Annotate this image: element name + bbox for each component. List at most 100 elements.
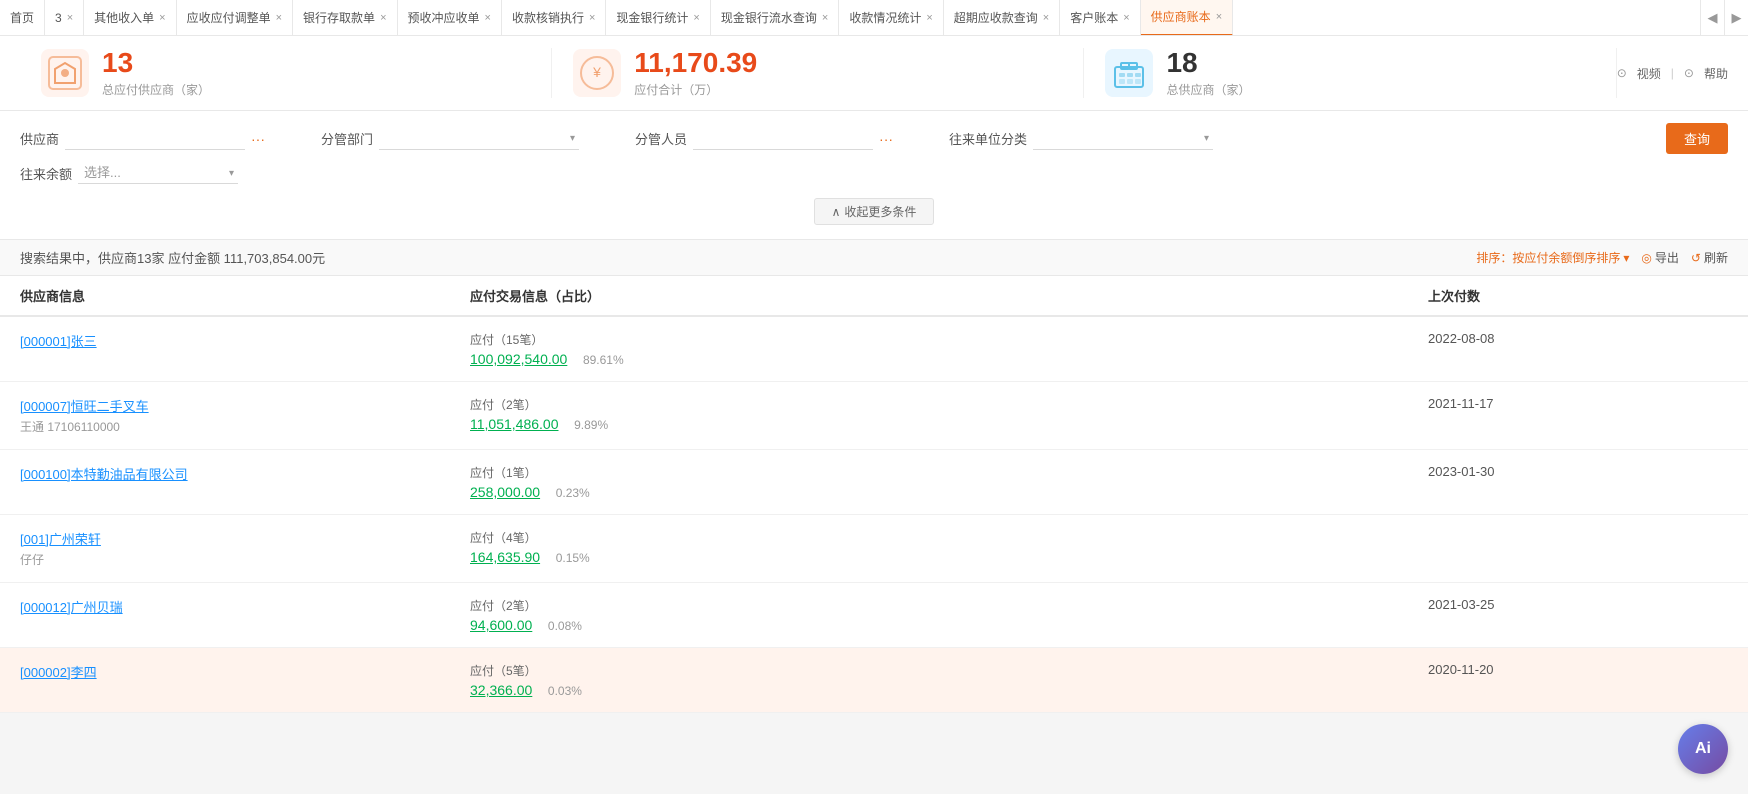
filter-balance: 往来余额 选择... ▾: [20, 162, 238, 184]
nav-next-arrow[interactable]: ▶: [1724, 0, 1748, 36]
supplier-sub: 仔仔: [20, 551, 470, 568]
supplier-link[interactable]: [001]广州荣轩: [20, 529, 470, 548]
filter-dept: 分管部门 ▾: [321, 128, 579, 150]
supplier-sub: 王通 17106110000: [20, 418, 470, 435]
filter-area: 供应商 ··· 分管部门 ▾ 分管人员 ··· 往来单位分类: [0, 111, 1748, 240]
ai-button[interactable]: Ai: [1678, 724, 1728, 774]
supplier-link[interactable]: [000012]广州贝瑞: [20, 597, 470, 616]
person-input[interactable]: [693, 128, 873, 150]
collapse-button[interactable]: ∧ 收起更多条件: [814, 198, 934, 225]
video-link[interactable]: 视频: [1637, 65, 1661, 82]
nav-tab-overdue[interactable]: 超期应收款查询 ×: [944, 0, 1060, 36]
txn-amount[interactable]: 164,635.90: [470, 549, 540, 565]
nav-tab-3-label: 3: [55, 11, 62, 25]
table-row: [000002]李四 应付（5笔） 32,366.00 0.03% 2020-1…: [0, 648, 1748, 713]
filter-row-1: 供应商 ··· 分管部门 ▾ 分管人员 ··· 往来单位分类: [20, 123, 1728, 154]
supplier-label: 供应商: [20, 129, 59, 148]
close-icon[interactable]: ×: [926, 12, 932, 24]
txn-amount[interactable]: 11,051,486.00: [470, 416, 559, 432]
supplier-link[interactable]: [000001]张三: [20, 331, 470, 350]
nav-tab-cash-flow-label: 现金银行流水查询: [721, 9, 817, 26]
payable-suppliers-icon: [40, 48, 90, 98]
stat-total-suppliers-info: 18 总供应商（家）: [1166, 48, 1250, 98]
supplier-input[interactable]: [65, 128, 245, 150]
close-icon[interactable]: ×: [589, 12, 595, 24]
stat-payable-amount-info: 11,170.39 应付合计（万）: [634, 48, 757, 98]
txn-amount[interactable]: 32,366.00: [470, 682, 532, 698]
nav-tab-3[interactable]: 3 ×: [45, 0, 84, 36]
total-suppliers-icon: [1104, 48, 1154, 98]
txn-pct: 9.89%: [574, 418, 608, 432]
nav-tab-bank[interactable]: 银行存取款单 ×: [293, 0, 397, 36]
supplier-link[interactable]: [000002]李四: [20, 662, 470, 681]
close-icon[interactable]: ×: [485, 12, 491, 24]
export-button[interactable]: ◎ 导出: [1641, 249, 1679, 266]
txn-label: 应付（15笔）: [470, 331, 1428, 348]
supplier-cell: [000007]恒旺二手叉车 王通 17106110000: [20, 396, 470, 435]
nav-arrows: ◀ ▶: [1700, 0, 1748, 36]
supplier-link[interactable]: [000100]本特勤油品有限公司: [20, 464, 470, 483]
last-pay-cell: 2023-01-30: [1428, 464, 1728, 479]
close-icon[interactable]: ×: [1043, 12, 1049, 24]
nav-tab-collection-label: 收款核销执行: [512, 9, 584, 26]
nav-tab-collection[interactable]: 收款核销执行 ×: [502, 0, 606, 36]
txn-label: 应付（5笔）: [470, 662, 1428, 679]
supplier-link[interactable]: [000007]恒旺二手叉车: [20, 396, 470, 415]
refresh-button[interactable]: ↺ 刷新: [1691, 249, 1728, 266]
nav-tab-adjustment-label: 应收应付调整单: [187, 9, 271, 26]
nav-prev-arrow[interactable]: ◀: [1700, 0, 1724, 36]
sort-dropdown[interactable]: 排序：按应付余额倒序排序 ▾: [1476, 249, 1629, 266]
balance-select[interactable]: 选择...: [78, 162, 238, 184]
close-icon[interactable]: ×: [1216, 11, 1222, 23]
nav-tab-adjustment[interactable]: 应收应付调整单 ×: [177, 0, 293, 36]
search-button[interactable]: 查询: [1666, 123, 1728, 154]
close-icon[interactable]: ×: [693, 12, 699, 24]
nav-tab-home[interactable]: 首页: [0, 0, 45, 36]
supplier-dots-icon[interactable]: ···: [251, 131, 265, 147]
close-icon[interactable]: ×: [822, 12, 828, 24]
supplier-cell: [001]广州荣轩 仔仔: [20, 529, 470, 568]
last-pay-cell: 2022-08-08: [1428, 331, 1728, 346]
col-supplier-info: 供应商信息: [20, 286, 470, 305]
dept-select[interactable]: [379, 128, 579, 150]
txn-label: 应付（2笔）: [470, 396, 1428, 413]
nav-tab-collect-stats[interactable]: 收款情况统计 ×: [839, 0, 943, 36]
stat-payable-suppliers-label: 总应付供应商（家）: [102, 81, 210, 98]
unit-class-label: 往来单位分类: [949, 129, 1027, 148]
stat-payable-suppliers-count: 13: [102, 48, 210, 79]
filter-unit-class: 往来单位分类 ▾: [949, 128, 1213, 150]
close-icon[interactable]: ×: [276, 12, 282, 24]
close-icon[interactable]: ×: [159, 12, 165, 24]
nav-tab-other-income-label: 其他收入单: [94, 9, 154, 26]
sort-section: 排序：按应付余额倒序排序 ▾ ◎ 导出 ↺ 刷新: [1476, 249, 1728, 266]
dept-select-wrapper: ▾: [379, 128, 579, 150]
close-icon[interactable]: ×: [67, 12, 73, 24]
nav-tab-supplier[interactable]: 供应商账本 ×: [1141, 0, 1233, 36]
nav-tab-prepay[interactable]: 预收冲应收单 ×: [398, 0, 502, 36]
table-header: 供应商信息 应付交易信息（占比） 上次付数: [0, 276, 1748, 317]
ai-label: Ai: [1695, 740, 1711, 758]
txn-amount[interactable]: 100,092,540.00: [470, 351, 567, 367]
nav-tab-customer[interactable]: 客户账本 ×: [1060, 0, 1140, 36]
txn-amount[interactable]: 94,600.00: [470, 617, 532, 633]
stat-payable-suppliers-info: 13 总应付供应商（家）: [102, 48, 210, 98]
txn-amount[interactable]: 258,000.00: [470, 484, 540, 500]
supplier-cell: [000012]广州贝瑞: [20, 597, 470, 619]
help-link[interactable]: 帮助: [1704, 65, 1728, 82]
nav-tab-other-income[interactable]: 其他收入单 ×: [84, 0, 176, 36]
refresh-icon: ↺: [1691, 251, 1701, 265]
nav-tab-collect-stats-label: 收款情况统计: [849, 9, 921, 26]
nav-tab-cash-stats[interactable]: 现金银行统计 ×: [606, 0, 710, 36]
close-icon[interactable]: ×: [1123, 12, 1129, 24]
close-icon[interactable]: ×: [380, 12, 386, 24]
supplier-cell: [000001]张三: [20, 331, 470, 353]
dept-label: 分管部门: [321, 129, 373, 148]
nav-tab-cash-flow[interactable]: 现金银行流水查询 ×: [711, 0, 839, 36]
supplier-cell: [000002]李四: [20, 662, 470, 684]
export-label: 导出: [1655, 249, 1679, 266]
txn-pct: 0.23%: [556, 486, 590, 500]
table-row: [000001]张三 应付（15笔） 100,092,540.00 89.61%…: [0, 317, 1748, 382]
txn-pct: 89.61%: [583, 353, 624, 367]
unit-class-select[interactable]: [1033, 128, 1213, 150]
person-dots-icon[interactable]: ···: [879, 131, 893, 147]
